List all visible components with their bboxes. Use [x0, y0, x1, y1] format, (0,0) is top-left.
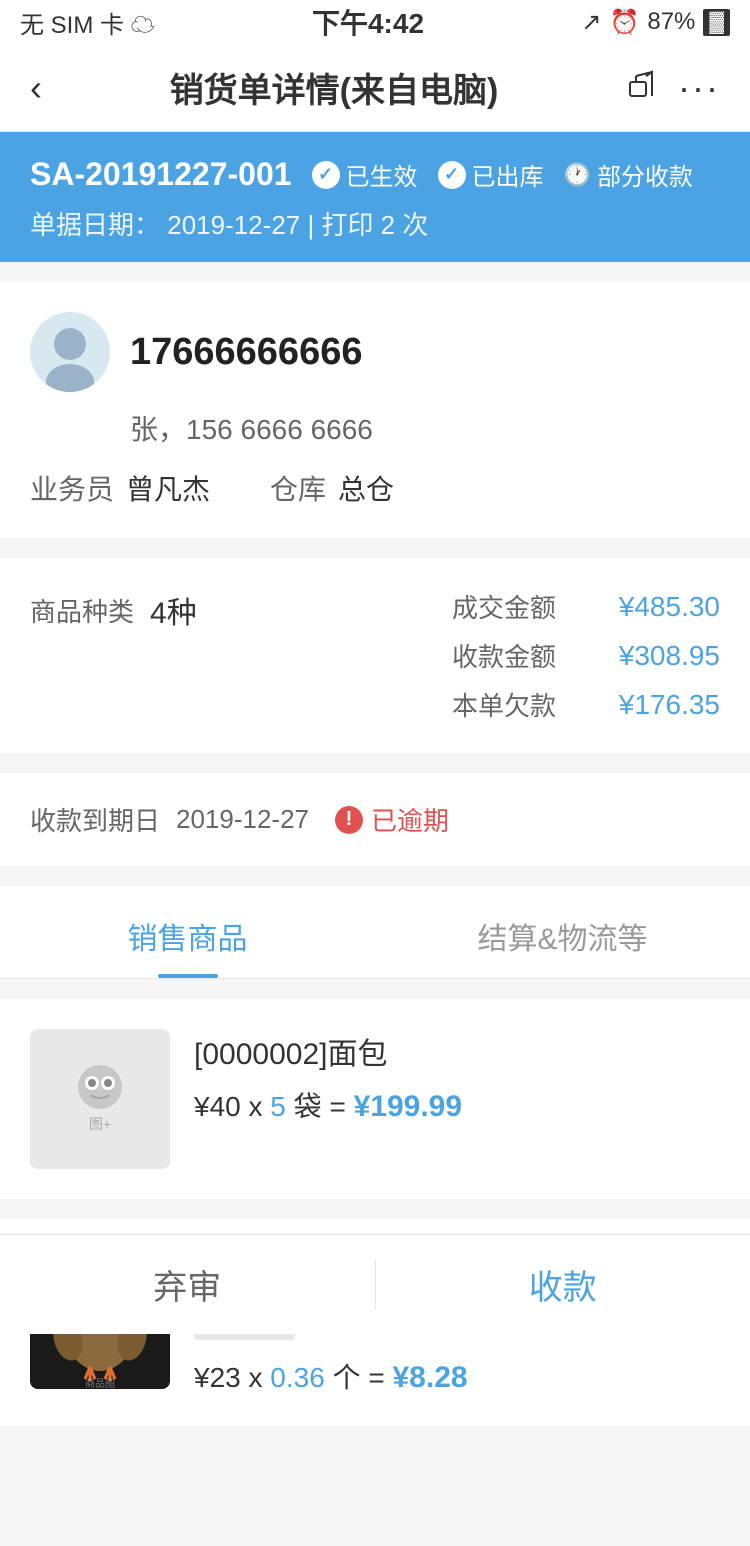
product-image-1: 图+: [30, 1029, 170, 1169]
customer-id: 17666666666: [130, 331, 362, 374]
due-date-section: 收款到期日 2019-12-27 ! 已逾期: [0, 773, 750, 866]
tabs-section: 销售商品 结算&物流等: [0, 886, 750, 979]
product-unit-1: 袋: [294, 1091, 322, 1122]
product-price-row-2: ¥23 x 0.36 个 = ¥8.28: [194, 1356, 720, 1396]
product-name-1: [0000002]面包: [194, 1029, 720, 1073]
badge-partial-payment: 🕐 部分收款: [564, 157, 693, 192]
customer-meta: 业务员 曾凡杰 仓库 总仓: [30, 468, 720, 508]
product-kind-label: 商品种类: [30, 592, 134, 629]
sales-label: 业务员: [30, 468, 114, 508]
products-section: 图+ [0000002]面包 ¥40 x 5 袋 = ¥199.99: [0, 999, 750, 1426]
overdue-text: 已逾期: [371, 801, 449, 838]
status-right: ↗ ⏰ 87% ▓: [581, 8, 730, 37]
product-eq-2: =: [368, 1362, 392, 1393]
share-icon[interactable]: [626, 68, 658, 108]
sales-value: 曾凡杰: [126, 468, 210, 508]
badge-shipped-label: 已出库: [472, 157, 544, 192]
clock-icon: 🕐: [564, 162, 591, 188]
nav-bar: ‹ 销货单详情(来自电脑) ···: [0, 44, 750, 132]
payment-button[interactable]: 收款: [376, 1240, 750, 1329]
warehouse: 仓库 总仓: [270, 468, 394, 508]
balance-row: 本单欠款 ¥176.35: [452, 686, 720, 723]
product-kind: 商品种类 4种: [30, 588, 197, 632]
cancel-review-button[interactable]: 弃审: [0, 1240, 375, 1329]
page-title: 销货单详情(来自电脑): [170, 63, 499, 112]
product-card-1: 图+ [0000002]面包 ¥40 x 5 袋 = ¥199.99: [0, 999, 750, 1199]
product-price-base-2: ¥23: [194, 1362, 241, 1393]
customer-avatar: [30, 312, 110, 392]
location-icon: ↗: [581, 8, 601, 37]
overdue-icon: !: [335, 806, 363, 834]
order-date: 2019-12-27: [167, 210, 300, 240]
status-left: 无 SIM 卡 ☁: [20, 5, 155, 40]
due-date-label: 收款到期日: [30, 801, 160, 838]
product-qty-1: 5: [270, 1091, 286, 1122]
product-price-x-1: x: [249, 1091, 271, 1122]
order-header-banner: SA-20191227-001 ✓ 已生效 ✓ 已出库 🕐 部分收款 单据日期：…: [0, 132, 750, 262]
product-kind-value: 4种: [150, 588, 197, 632]
customer-section: 17666666666 张，156 6666 6666 业务员 曾凡杰 仓库 总…: [0, 282, 750, 538]
badge-shipped: ✓ 已出库: [438, 157, 544, 192]
payment-amount-label: 收款金额: [452, 637, 556, 674]
back-button[interactable]: ‹: [30, 67, 42, 109]
product-info-1: [0000002]面包 ¥40 x 5 袋 = ¥199.99: [194, 1029, 720, 1125]
sales-person: 业务员 曾凡杰: [30, 468, 210, 508]
badge-effective: ✓ 已生效: [312, 157, 418, 192]
alarm-icon: ⏰: [609, 8, 639, 37]
deal-amount-label: 成交金额: [452, 588, 556, 625]
product-unit-2: 个: [333, 1362, 361, 1393]
product-total-1: ¥199.99: [354, 1090, 462, 1123]
battery-status: 87%: [647, 8, 695, 36]
customer-contact: 张，156 6666 6666: [30, 408, 720, 448]
svg-text:图+: 图+: [89, 1116, 111, 1132]
bottom-bar: 弃审 收款: [0, 1234, 750, 1334]
product-qty-2: 0.36: [270, 1362, 325, 1393]
product-price-base-1: ¥40: [194, 1091, 241, 1122]
deal-amount-value: ¥485.30: [580, 591, 720, 623]
badge-partial-label: 部分收款: [597, 157, 693, 192]
back-icon: ‹: [30, 67, 42, 108]
badge-effective-label: 已生效: [346, 157, 418, 192]
nav-actions: ···: [626, 67, 720, 109]
due-date-value: 2019-12-27: [176, 804, 309, 835]
overdue-badge: ! 已逾期: [335, 801, 449, 838]
svg-text:商品图: 商品图: [85, 1377, 115, 1389]
tabs-row: 销售商品 结算&物流等: [0, 886, 750, 978]
warehouse-value: 总仓: [338, 468, 394, 508]
product-price-x-2: x: [249, 1362, 271, 1393]
status-bar: 无 SIM 卡 ☁ 下午4:42 ↗ ⏰ 87% ▓: [0, 0, 750, 44]
tab-sales-products[interactable]: 销售商品: [0, 886, 375, 978]
print-info: | 打印 2 次: [307, 210, 428, 240]
summary-section: 商品种类 4种 成交金额 ¥485.30 收款金额 ¥308.95 本单欠款 ¥…: [0, 558, 750, 753]
payment-amount-row: 收款金额 ¥308.95: [452, 637, 720, 674]
deal-amount-row: 成交金额 ¥485.30: [452, 588, 720, 625]
check-icon-1: ✓: [312, 161, 340, 189]
more-icon[interactable]: ···: [678, 67, 720, 109]
balance-value: ¥176.35: [580, 689, 720, 721]
payment-amount-value: ¥308.95: [580, 640, 720, 672]
order-id: SA-20191227-001: [30, 156, 292, 193]
financial-summary: 成交金额 ¥485.30 收款金额 ¥308.95 本单欠款 ¥176.35: [452, 588, 720, 723]
status-time: 下午4:42: [312, 2, 424, 42]
product-total-2: ¥8.28: [393, 1361, 468, 1394]
product-eq-1: =: [329, 1091, 353, 1122]
warehouse-label: 仓库: [270, 468, 326, 508]
product-image-placeholder-1: 图+: [30, 1029, 170, 1169]
date-label: 单据日期：: [30, 210, 160, 240]
check-icon-2: ✓: [438, 161, 466, 189]
sim-status: 无 SIM 卡 ☁: [20, 5, 155, 40]
tab-settlement[interactable]: 结算&物流等: [375, 886, 750, 978]
balance-label: 本单欠款: [452, 686, 556, 723]
battery-icon: ▓: [703, 9, 730, 36]
order-date-info: 单据日期： 2019-12-27 | 打印 2 次: [30, 205, 720, 242]
product-price-row-1: ¥40 x 5 袋 = ¥199.99: [194, 1085, 720, 1125]
